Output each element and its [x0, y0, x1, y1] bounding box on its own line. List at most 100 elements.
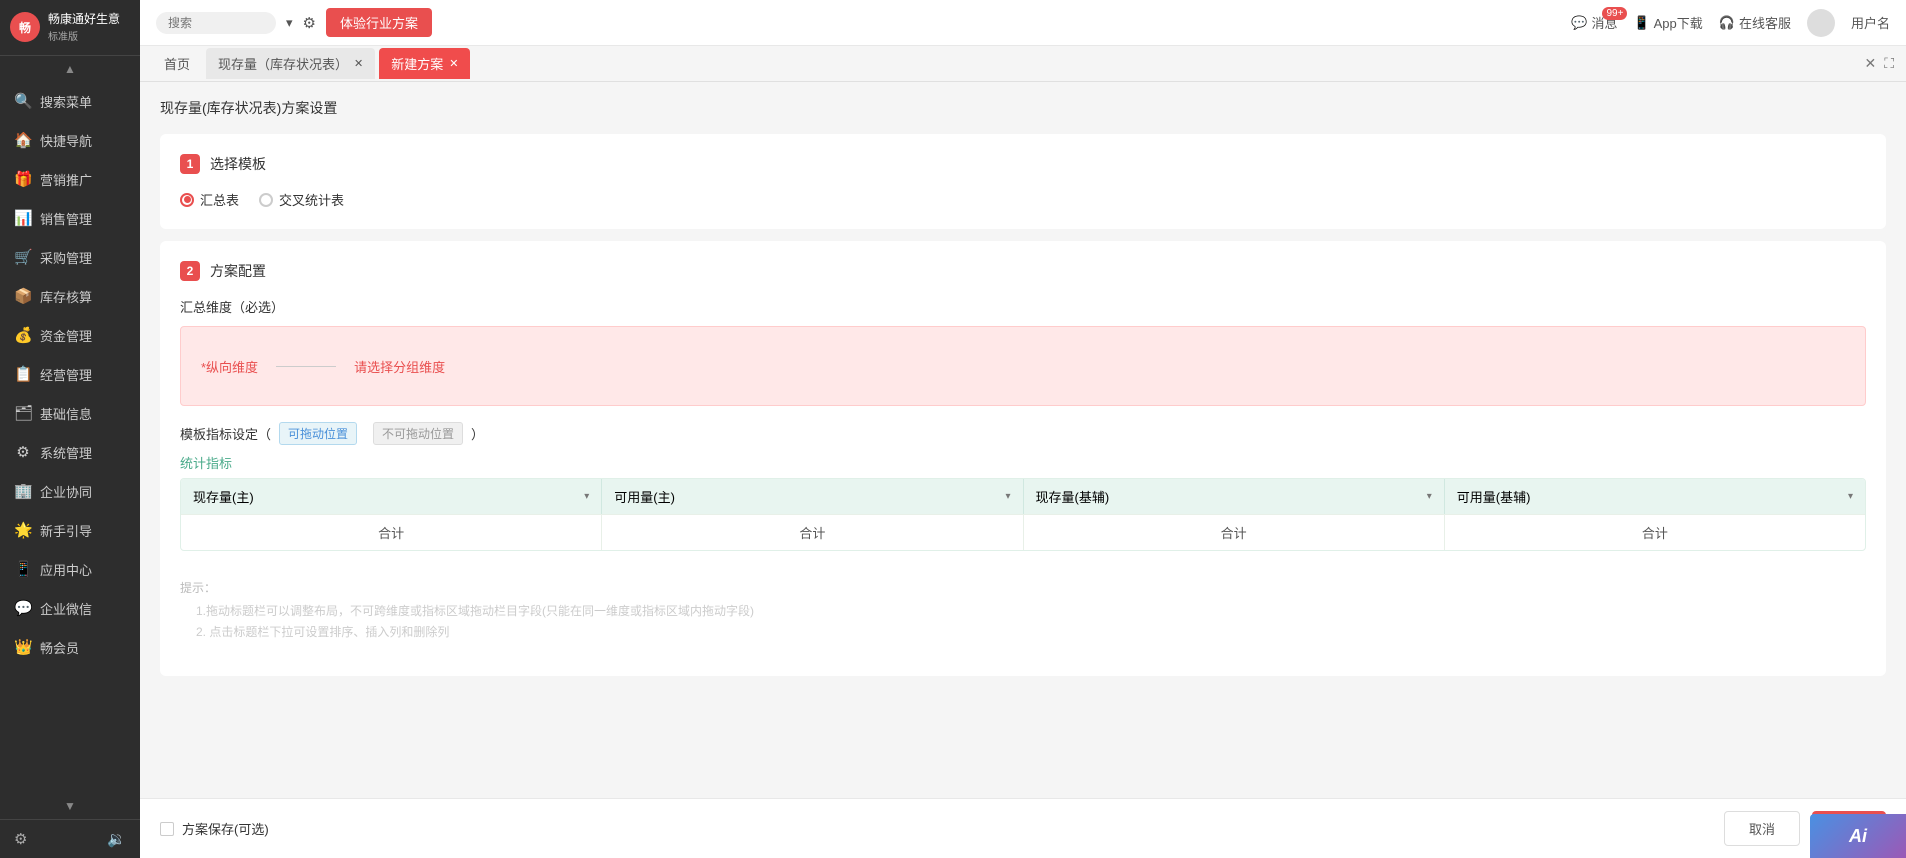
trial-button[interactable]: 体验行业方案 [326, 8, 432, 37]
header-cell-3[interactable]: 可用量(基辅) ▾ [1445, 479, 1865, 514]
logo-title: 畅康通好生意 [48, 12, 120, 28]
chevron-down-icon-3: ▾ [1848, 491, 1853, 502]
crown-icon: 👑 [14, 638, 32, 656]
scroll-down-button[interactable]: ▼ [64, 797, 76, 815]
star-icon: 🌟 [14, 521, 32, 539]
indicator-settings-label: 模板指标设定（ 可拖动位置 不可拖动位置 ） [180, 422, 1866, 445]
section2-num: 2 [180, 261, 200, 281]
service-button[interactable]: 🎧 在线客服 [1719, 13, 1791, 32]
stats-section: 统计指标 现存量(主) ▾ 可用量(主) ▾ 现存量(基辅) [180, 453, 1866, 551]
tab-new-plan-label: 新建方案 [391, 54, 443, 73]
sidebar-item-enterprise[interactable]: 🏢 企业协同 [0, 472, 140, 511]
section1-title: 选择模板 [210, 154, 266, 174]
avatar[interactable] [1807, 9, 1835, 37]
tab-inventory-label: 现存量（库存状况表） [218, 54, 348, 73]
sidebar-item-new-guide[interactable]: 🌟 新手引导 [0, 511, 140, 550]
dimension-title: 汇总维度（必选） [180, 297, 1866, 316]
tabs-icons: ✕ ⛶ [1864, 55, 1894, 72]
sidebar-item-system[interactable]: ⚙ 系统管理 [0, 433, 140, 472]
search-menu-icon: 🔍 [14, 92, 32, 110]
sidebar-item-basic-info[interactable]: 🗂 基础信息 [0, 394, 140, 433]
dimension-placeholder: *纵向维度 请选择分组维度 [201, 357, 445, 376]
dropdown-button[interactable]: ▾ [286, 15, 293, 31]
dimension-placeholder-text: 请选择分组维度 [354, 357, 445, 376]
chevron-down-icon-1: ▾ [1005, 491, 1010, 502]
sidebar-item-wechat[interactable]: 💬 企业微信 [0, 589, 140, 628]
section1-num: 1 [180, 154, 200, 174]
message-icon: 💬 [1571, 15, 1587, 31]
section2-header: 2 方案配置 [180, 261, 1866, 281]
radio-crosstab[interactable]: 交叉统计表 [259, 190, 344, 209]
box-icon: 📦 [14, 287, 32, 305]
header-cell-2[interactable]: 现存量(基辅) ▾ [1024, 479, 1445, 514]
sidebar-item-finance[interactable]: 💰 资金管理 [0, 316, 140, 355]
sound-icon[interactable]: 🔉 [107, 830, 126, 848]
service-label: 在线客服 [1739, 13, 1791, 32]
page-title: 现存量(库存状况表)方案设置 [160, 98, 1886, 118]
radio-summary[interactable]: 汇总表 [180, 190, 239, 209]
topbar-gear-button[interactable]: ⚙ [303, 14, 316, 32]
headphone-icon: 🎧 [1719, 15, 1735, 31]
close-tab-icon[interactable]: ✕ [1864, 55, 1876, 72]
sidebar-item-app-center[interactable]: 📱 应用中心 [0, 550, 140, 589]
save-option[interactable]: 方案保存(可选) [160, 819, 1724, 838]
header-cell-1[interactable]: 可用量(主) ▾ [602, 479, 1023, 514]
header-cell-0[interactable]: 现存量(主) ▾ [181, 479, 602, 514]
search-input[interactable] [156, 12, 276, 34]
non-draggable-tag: 不可拖动位置 [373, 422, 463, 445]
message-badge: 99+ [1602, 7, 1627, 20]
radio-summary-label: 汇总表 [200, 190, 239, 209]
stats-label: 统计指标 [180, 453, 1866, 472]
tab-new-plan-close-button[interactable]: ✕ [449, 57, 458, 70]
sidebar-item-search-menu[interactable]: 🔍 搜索菜单 [0, 82, 140, 121]
sidebar-item-sales[interactable]: 📊 销售管理 [0, 199, 140, 238]
radio-dot-crosstab [259, 193, 273, 207]
save-label: 方案保存(可选) [182, 819, 269, 838]
building-icon: 🏢 [14, 482, 32, 500]
section1-header: 1 选择模板 [180, 154, 1866, 174]
sidebar: 畅 畅康通好生意 标准版 ▲ 🔍 搜索菜单 🏠 快捷导航 🎁 营销推广 📊 销售… [0, 0, 140, 858]
username-label[interactable]: 用户名 [1851, 13, 1890, 32]
tab-new-plan[interactable]: 新建方案 ✕ [379, 48, 470, 79]
money-icon: 💰 [14, 326, 32, 344]
dimension-area[interactable]: *纵向维度 请选择分组维度 [180, 326, 1866, 406]
ai-button[interactable]: Ai [1810, 814, 1906, 858]
message-button[interactable]: 💬 消息 99+ [1571, 13, 1617, 32]
app-download-button[interactable]: 📱 App下载 [1633, 13, 1702, 32]
draggable-tag: 可拖动位置 [279, 422, 357, 445]
save-checkbox[interactable] [160, 822, 174, 836]
sidebar-scroll-down[interactable]: ▼ [0, 793, 140, 819]
scroll-up-button[interactable]: ▲ [64, 60, 76, 78]
chart-icon: 📊 [14, 209, 32, 227]
sidebar-item-operations[interactable]: 📋 经营管理 [0, 355, 140, 394]
tab-home[interactable]: 首页 [152, 48, 202, 79]
sidebar-nav: 🔍 搜索菜单 🏠 快捷导航 🎁 营销推广 📊 销售管理 🛒 采购管理 📦 库存核… [0, 82, 140, 793]
sidebar-scroll-up[interactable]: ▲ [0, 56, 140, 82]
sidebar-item-label: 搜索菜单 [40, 92, 92, 111]
tab-inventory-close-button[interactable]: ✕ [354, 57, 363, 70]
sidebar-item-inventory[interactable]: 📦 库存核算 [0, 277, 140, 316]
body-cell-0-0: 合计 [181, 514, 602, 550]
sidebar-logo: 畅 畅康通好生意 标准版 [0, 0, 140, 56]
sidebar-item-marketing[interactable]: 🎁 营销推广 [0, 160, 140, 199]
hint-item-0: 1.拖动标题栏可以调整布局，不可跨维度或指标区域拖动栏目字段(只能在同一维度或指… [180, 602, 1866, 619]
sidebar-item-quick-nav[interactable]: 🏠 快捷导航 [0, 121, 140, 160]
tabs-bar: 首页 现存量（库存状况表） ✕ 新建方案 ✕ ✕ ⛶ [140, 46, 1906, 82]
cancel-button[interactable]: 取消 [1724, 811, 1800, 846]
hint-section: 提示： 1.拖动标题栏可以调整布局，不可跨维度或指标区域拖动栏目字段(只能在同一… [180, 567, 1866, 656]
tab-home-label: 首页 [164, 54, 190, 73]
body-cell-0-2: 合计 [1024, 514, 1445, 550]
page-content: 现存量(库存状况表)方案设置 1 选择模板 汇总表 交叉统计表 2 [140, 82, 1906, 798]
indicator-settings: 模板指标设定（ 可拖动位置 不可拖动位置 ） [180, 422, 1866, 445]
clipboard-icon: 📋 [14, 365, 32, 383]
settings-icon[interactable]: ⚙ [14, 830, 27, 848]
sidebar-item-member[interactable]: 👑 畅会员 [0, 628, 140, 667]
sidebar-item-purchase[interactable]: 🛒 采购管理 [0, 238, 140, 277]
section2-title: 方案配置 [210, 261, 266, 281]
tab-inventory-status[interactable]: 现存量（库存状况表） ✕ [206, 48, 375, 79]
phone-icon: 📱 [14, 560, 32, 578]
expand-icon[interactable]: ⛶ [1884, 55, 1894, 72]
body-cell-0-3: 合计 [1445, 514, 1865, 550]
section-config: 2 方案配置 汇总维度（必选） *纵向维度 请选择分组维度 模板指标设定（ 可拖… [160, 241, 1886, 676]
gift-icon: 🎁 [14, 170, 32, 188]
